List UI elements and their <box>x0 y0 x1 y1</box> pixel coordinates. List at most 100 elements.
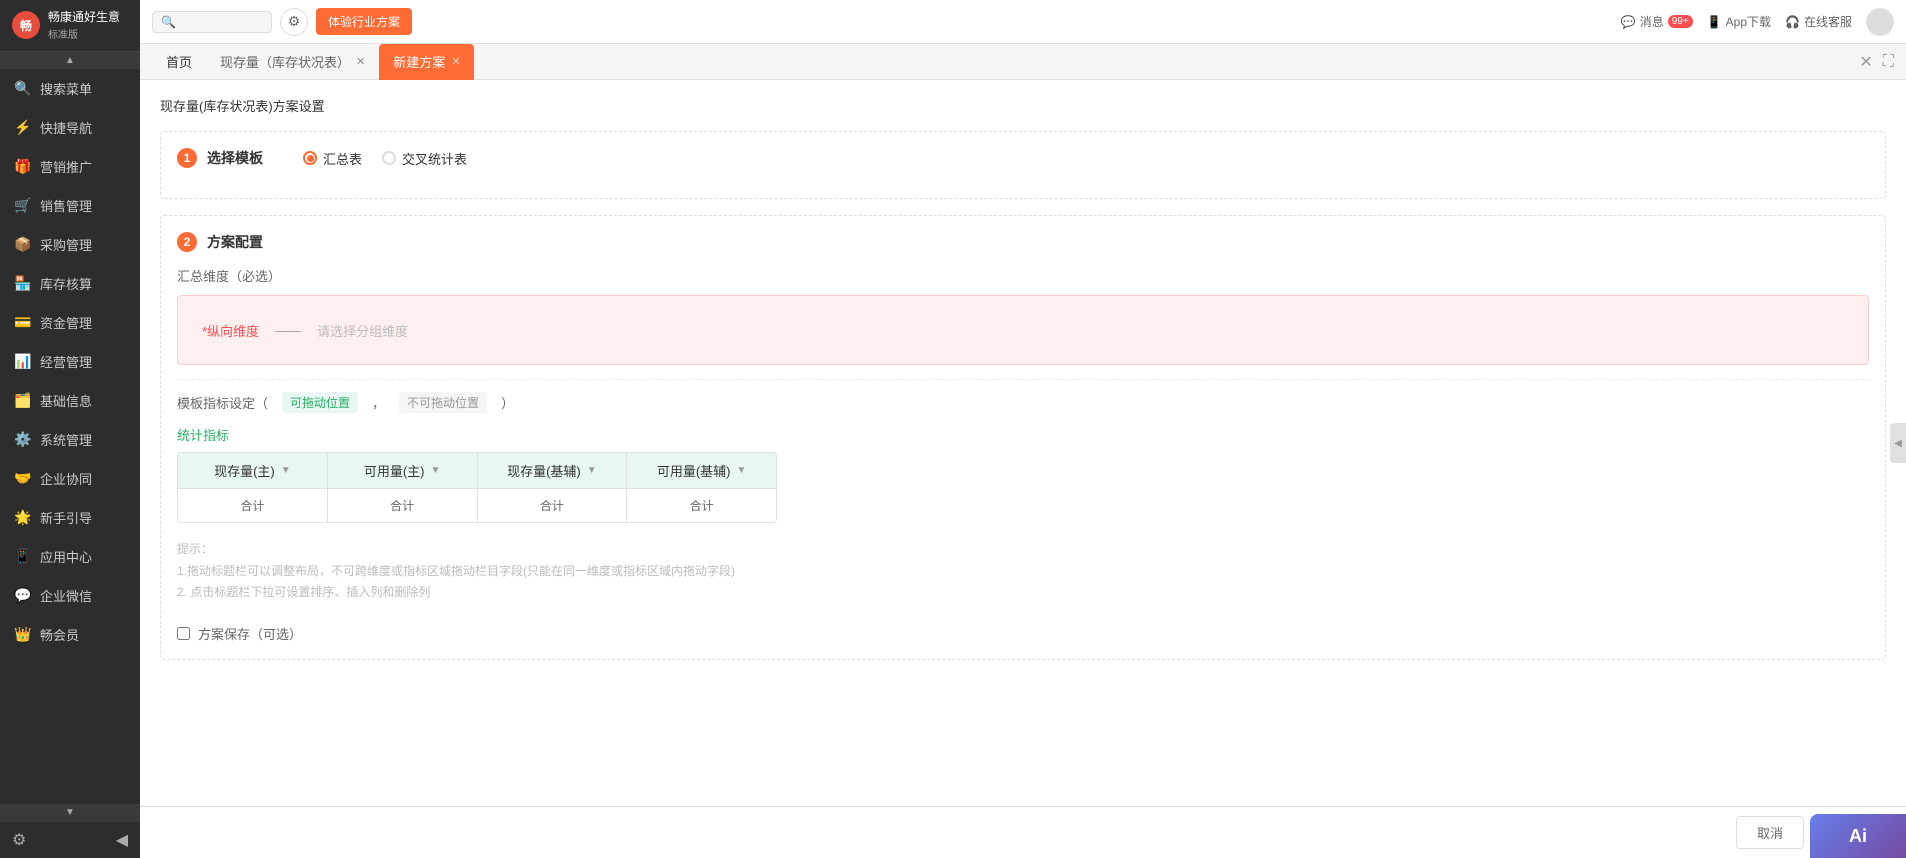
main-area: 🔍 ⚙ 体验行业方案 💬 消息 99+ 📱 App下载 🎧 在线客服 <box>140 0 1906 858</box>
page-title: 现存量(库存状况表)方案设置 <box>160 96 1886 115</box>
stats-col-current-main[interactable]: 现存量(主) ▼ <box>178 453 328 488</box>
section-2: 2 方案配置 汇总维度（必选） *纵向维度 —— 请选择分组维度 模板指标设定（… <box>160 215 1886 660</box>
basic-label: 基础信息 <box>40 391 92 410</box>
indicator-separator: ， <box>372 393 385 412</box>
cancel-button[interactable]: 取消 <box>1736 816 1804 849</box>
quick-nav-label: 快捷导航 <box>40 118 92 137</box>
radio-cross-label: 交叉统计表 <box>402 149 467 168</box>
sidebar-logo: 畅 畅康通好生意 标准版 <box>0 0 140 52</box>
save-option-checkbox[interactable] <box>177 627 190 640</box>
system-icon: ⚙️ <box>14 430 32 448</box>
message-icon: 💬 <box>1621 15 1636 29</box>
right-side-expand[interactable]: ◀ <box>1890 423 1906 463</box>
inventory-icon: 🏪 <box>14 274 32 292</box>
sidebar-item-inventory[interactable]: 🏪 库存核算 <box>0 264 140 303</box>
radio-cross[interactable]: 交叉统计表 <box>382 149 467 168</box>
messages-badge: 99+ <box>1668 15 1693 28</box>
save-option-label: 方案保存（可选） <box>198 624 302 643</box>
app-download-button[interactable]: 📱 App下载 <box>1707 13 1771 30</box>
expand-panel-icon[interactable]: ⛶ <box>1883 53 1894 71</box>
dimension-required-text: *纵向维度 <box>202 321 259 340</box>
sales-icon: 🛒 <box>14 196 32 214</box>
sidebar-item-quick-nav[interactable]: ⚡快捷导航 <box>0 108 140 147</box>
member-icon: 👑 <box>14 625 32 643</box>
sidebar-item-newbie[interactable]: 🌟新手引导 <box>0 498 140 537</box>
radio-summary[interactable]: 汇总表 <box>303 149 362 168</box>
sidebar-item-purchase[interactable]: 📦采购管理 <box>0 225 140 264</box>
marketing-label: 营销推广 <box>40 157 92 176</box>
messages-label: 消息 <box>1640 13 1664 30</box>
sidebar-settings-icon[interactable]: ⚙ <box>12 830 26 850</box>
indicator-close-paren: ） <box>501 393 514 412</box>
marketing-icon: 🎁 <box>14 157 32 175</box>
inventory-tab-close[interactable]: ✕ <box>356 55 365 68</box>
new-scheme-tab-close[interactable]: ✕ <box>451 55 460 68</box>
stats-col-available-main[interactable]: 可用量(主) ▼ <box>328 453 478 488</box>
stats-cell-0-3: 合计 <box>627 489 776 522</box>
search-label: 搜索菜单 <box>40 79 92 98</box>
stats-cell-0-1: 合计 <box>328 489 478 522</box>
inventory-label: 库存核算 <box>40 274 92 293</box>
apps-icon: 📱 <box>14 547 32 565</box>
sidebar-bottom: ⚙ ◀ <box>0 821 140 858</box>
system-label: 系统管理 <box>40 430 92 449</box>
sidebar-item-marketing[interactable]: 🎁 营销推广 <box>0 147 140 186</box>
topbar-search-box[interactable]: 🔍 <box>152 11 272 33</box>
radio-cross-dot <box>382 151 396 165</box>
close-panel-icon[interactable]: ✕ <box>1859 52 1872 72</box>
dimension-box[interactable]: *纵向维度 —— 请选择分组维度 <box>177 295 1869 365</box>
sidebar-item-basic[interactable]: 🗂️ 基础信息 <box>0 381 140 420</box>
radio-summary-label: 汇总表 <box>323 149 362 168</box>
section-2-label: 方案配置 <box>207 232 263 252</box>
sidebar: 畅 畅康通好生意 标准版 ▲ 🔍 搜索菜单 ⚡快捷导航 🎁 营销推广 🛒销售管理📦采购管理… <box>0 0 140 858</box>
tab-inventory-status[interactable]: 现存量（库存状况表） ✕ <box>206 44 379 80</box>
enterprise-icon: 🤝 <box>14 469 32 487</box>
online-service-button[interactable]: 🎧 在线客服 <box>1785 13 1852 30</box>
topbar-search-input[interactable] <box>182 15 262 29</box>
sidebar-item-wechat[interactable]: 💬企业微信 <box>0 576 140 615</box>
sidebar-scroll-down[interactable]: ▼ <box>0 804 140 821</box>
sidebar-item-system[interactable]: ⚙️ 系统管理 <box>0 420 140 459</box>
hints-title: 提示： <box>177 542 213 556</box>
logo-icon: 畅 <box>12 11 40 39</box>
stats-table-header: 现存量(主) ▼ 可用量(主) ▼ 现存量(基辅) ▼ 可用量(基辅) ▼ <box>178 453 776 488</box>
indicator-settings-label: 模板指标设定（ <box>177 393 268 412</box>
sidebar-item-search[interactable]: 🔍 搜索菜单 <box>0 69 140 108</box>
search-icon: 🔍 <box>14 79 32 97</box>
avatar[interactable] <box>1866 8 1894 36</box>
sidebar-item-finance[interactable]: 💳资金管理 <box>0 303 140 342</box>
sidebar-item-apps[interactable]: 📱应用中心 <box>0 537 140 576</box>
sidebar-item-member[interactable]: 👑畅会员 <box>0 615 140 654</box>
settings-button[interactable]: ⚙ <box>280 8 308 36</box>
tab-home[interactable]: 首页 <box>152 44 206 80</box>
basic-icon: 🗂️ <box>14 391 32 409</box>
hints-section: 提示： 1.拖动标题栏可以调整布局，不可跨维度或指标区域拖动栏目字段(只能在同一… <box>177 539 1869 604</box>
col-available-main-label: 可用量(主) <box>364 461 425 480</box>
indicator-settings-row: 模板指标设定（ 可拖动位置 ， 不可拖动位置 ） <box>177 392 1869 413</box>
home-tab-label: 首页 <box>166 52 192 71</box>
hint-item-0: 1.拖动标题栏可以调整布局，不可跨维度或指标区域拖动栏目字段(只能在同一维度或指… <box>177 561 1869 583</box>
inventory-tab-label: 现存量（库存状况表） <box>220 52 350 71</box>
app-icon: 📱 <box>1707 15 1722 29</box>
tab-new-scheme[interactable]: 新建方案 ✕ <box>379 44 474 80</box>
wechat-icon: 💬 <box>14 586 32 604</box>
trial-button[interactable]: 体验行业方案 <box>316 8 412 35</box>
hint-item-1: 2. 点击标题栏下拉可设置排序、插入列和删除列 <box>177 582 1869 604</box>
headset-icon: 🎧 <box>1785 15 1800 29</box>
sidebar-collapse-icon[interactable]: ◀ <box>116 830 128 850</box>
sidebar-scroll-up[interactable]: ▲ <box>0 52 140 69</box>
col-available-aux-chevron: ▼ <box>737 465 747 476</box>
search-icon: 🔍 <box>161 15 176 29</box>
template-radio-group: 汇总表 交叉统计表 <box>303 149 467 168</box>
stats-col-current-aux[interactable]: 现存量(基辅) ▼ <box>478 453 628 488</box>
stats-col-available-aux[interactable]: 可用量(基辅) ▼ <box>627 453 776 488</box>
messages-button[interactable]: 💬 消息 99+ <box>1621 13 1693 30</box>
sidebar-item-ops[interactable]: 📊经营管理 <box>0 342 140 381</box>
ai-badge[interactable]: Ai <box>1810 814 1906 858</box>
content-area: 现存量(库存状况表)方案设置 1 选择模板 汇总表 交叉统计表 <box>140 80 1906 806</box>
stats-section-title: 统计指标 <box>177 425 1869 444</box>
new-scheme-tab-label: 新建方案 <box>393 52 445 71</box>
sidebar-item-sales[interactable]: 🛒销售管理 <box>0 186 140 225</box>
stats-cell-0-0: 合计 <box>178 489 328 522</box>
sidebar-item-enterprise[interactable]: 🤝企业协同 <box>0 459 140 498</box>
